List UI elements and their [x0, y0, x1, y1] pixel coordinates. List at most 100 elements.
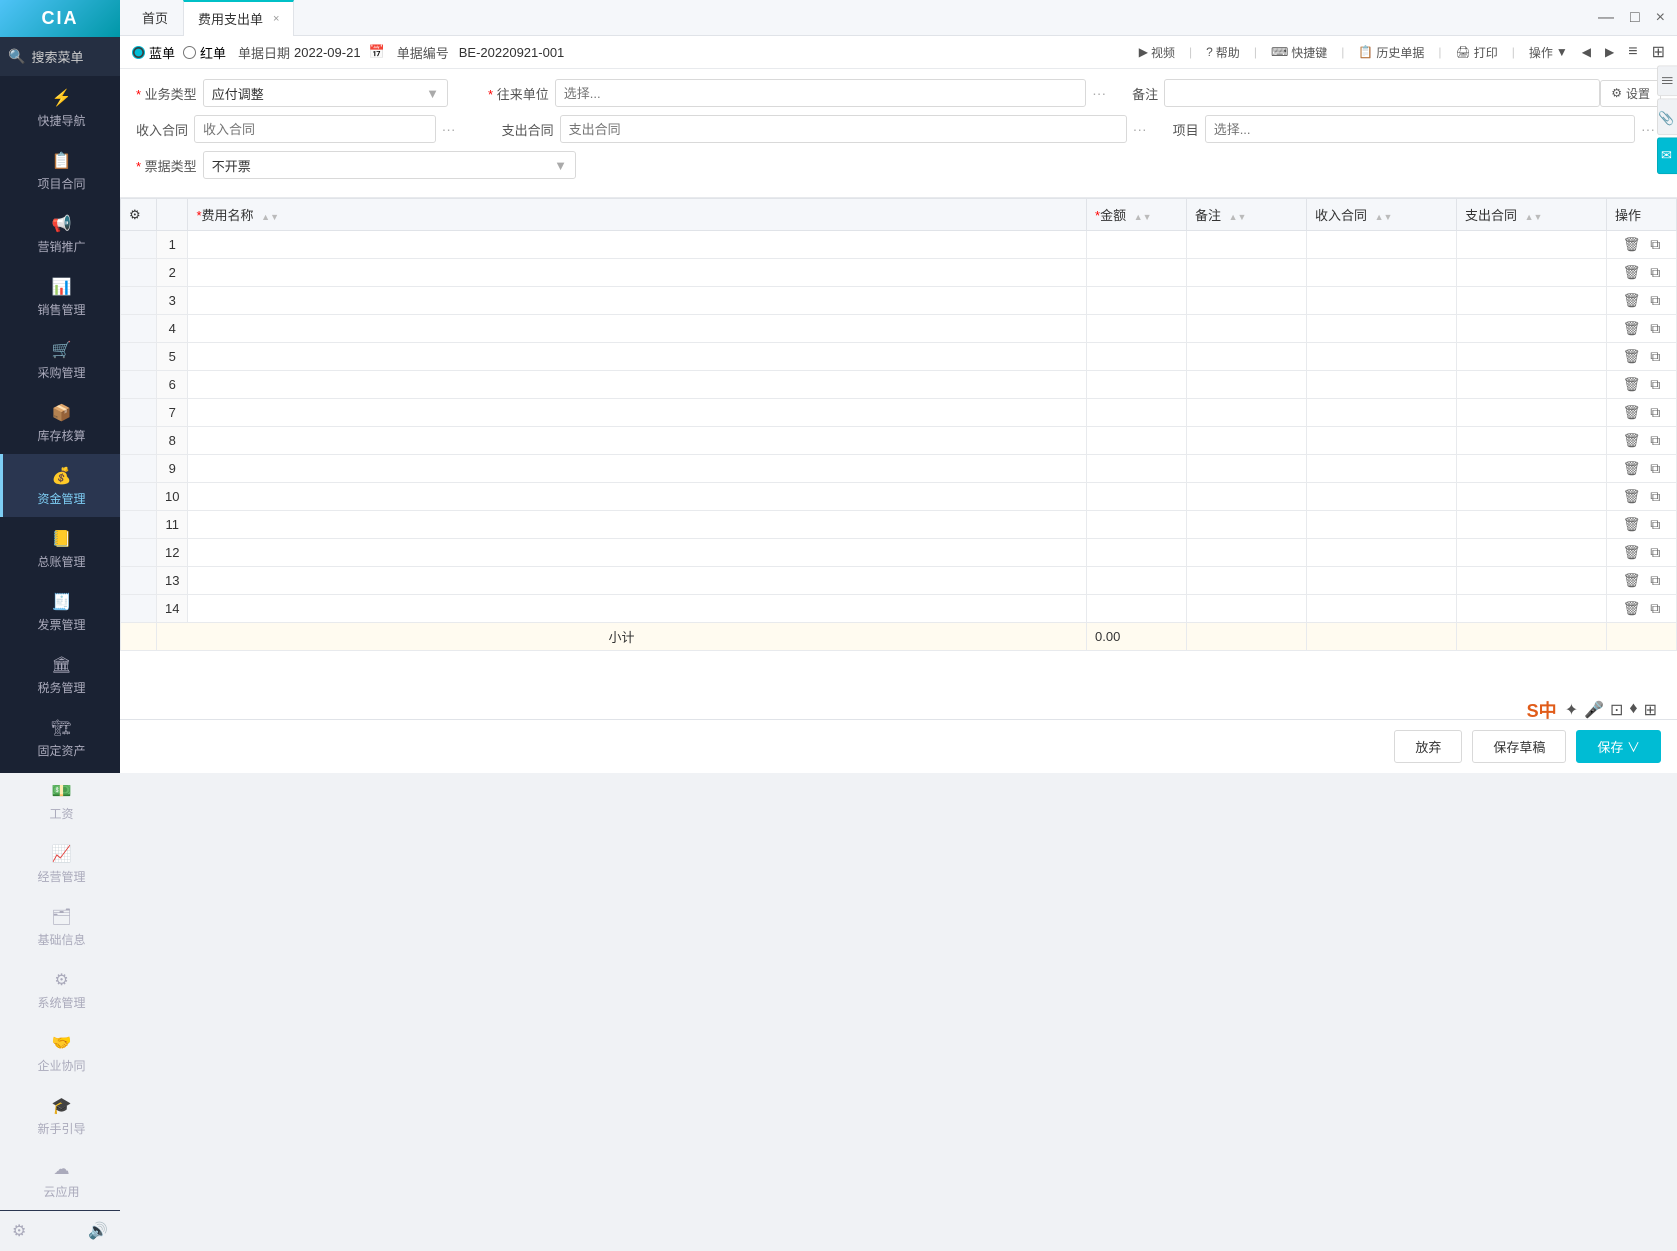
sidebar-item-basic[interactable]: 🗂基础信息 [0, 895, 120, 958]
sidebar-item-sales[interactable]: 📊销售管理 [0, 265, 120, 328]
row-amount[interactable] [1087, 287, 1187, 315]
row-revenue-contract[interactable] [1307, 343, 1457, 371]
row-delete-btn[interactable]: 🗑 [1620, 432, 1644, 449]
edge-btn-message[interactable]: ✉ [1657, 138, 1677, 175]
sort-icon-expense-contract[interactable]: ▲▼ [1525, 213, 1543, 222]
row-amount[interactable] [1087, 343, 1187, 371]
row-expense-contract[interactable] [1457, 427, 1607, 455]
project-input[interactable] [1205, 115, 1635, 143]
sidebar-item-quick-nav[interactable]: ⚡快捷导航 [0, 76, 120, 139]
row-delete-btn[interactable]: 🗑 [1620, 404, 1644, 421]
invoice-type-select[interactable]: 不开票 ▼ [203, 151, 576, 179]
row-expense-name[interactable] [188, 539, 1087, 567]
row-expense-name[interactable] [188, 343, 1087, 371]
row-expense-name[interactable] [188, 427, 1087, 455]
row-amount[interactable] [1087, 259, 1187, 287]
revenue-contract-input[interactable] [194, 115, 436, 143]
row-expense-name[interactable] [188, 455, 1087, 483]
row-revenue-contract[interactable] [1307, 539, 1457, 567]
row-notes[interactable] [1187, 287, 1307, 315]
row-notes[interactable] [1187, 567, 1307, 595]
row-revenue-contract[interactable] [1307, 371, 1457, 399]
revenue-contract-ellipsis[interactable]: ··· [436, 121, 462, 137]
row-copy-btn[interactable]: ⧉ [1647, 348, 1663, 365]
business-type-select[interactable]: 应付调整 ▼ [203, 79, 448, 107]
row-delete-btn[interactable]: 🗑 [1620, 488, 1644, 505]
edge-btn-attachment[interactable]: 📎 [1657, 98, 1677, 136]
row-notes[interactable] [1187, 483, 1307, 511]
row-amount[interactable] [1087, 315, 1187, 343]
row-expense-contract[interactable] [1457, 371, 1607, 399]
print-btn[interactable]: 🖨 打印 [1456, 44, 1498, 61]
row-expense-name[interactable] [188, 287, 1087, 315]
window-minimize-icon[interactable]: — [1594, 9, 1618, 27]
sidebar-item-newuser[interactable]: 🎓新手引导 [0, 1084, 120, 1147]
row-copy-btn[interactable]: ⧉ [1647, 544, 1663, 561]
window-maximize-icon[interactable]: □ [1626, 9, 1644, 27]
row-delete-btn[interactable]: 🗑 [1620, 460, 1644, 477]
row-notes[interactable] [1187, 595, 1307, 623]
save-button[interactable]: 保存 ∨ [1576, 730, 1661, 763]
row-expense-contract[interactable] [1457, 343, 1607, 371]
row-expense-name[interactable] [188, 483, 1087, 511]
row-amount[interactable] [1087, 595, 1187, 623]
settings-button[interactable]: ⚙ 设置 [1600, 80, 1661, 107]
counterparty-input[interactable] [555, 79, 1086, 107]
row-copy-btn[interactable]: ⧉ [1647, 432, 1663, 449]
tab-expense[interactable]: 费用支出单 × [183, 0, 294, 36]
row-expense-name[interactable] [188, 595, 1087, 623]
sort-icon-expense[interactable]: ▲▼ [261, 213, 279, 222]
settings-icon[interactable]: ⚙ [12, 1221, 26, 1241]
sidebar-item-inventory[interactable]: 📦库存核算 [0, 391, 120, 454]
help-btn[interactable]: ? 帮助 [1206, 44, 1240, 61]
row-notes[interactable] [1187, 427, 1307, 455]
row-amount[interactable] [1087, 511, 1187, 539]
row-revenue-contract[interactable] [1307, 595, 1457, 623]
sidebar-item-operation[interactable]: 📈经营管理 [0, 832, 120, 895]
row-delete-btn[interactable]: 🗑 [1620, 600, 1644, 617]
row-delete-btn[interactable]: 🗑 [1620, 348, 1644, 365]
row-expense-contract[interactable] [1457, 567, 1607, 595]
discard-button[interactable]: 放弃 [1394, 730, 1462, 763]
counterparty-ellipsis[interactable]: ··· [1086, 85, 1112, 101]
row-copy-btn[interactable]: ⧉ [1647, 600, 1663, 617]
sort-icon-amount[interactable]: ▲▼ [1134, 213, 1152, 222]
row-expense-contract[interactable] [1457, 539, 1607, 567]
edge-btn-1[interactable]: ||| [1657, 65, 1677, 96]
row-revenue-contract[interactable] [1307, 399, 1457, 427]
row-amount[interactable] [1087, 567, 1187, 595]
sidebar-item-finance[interactable]: 💰资金管理 [0, 454, 120, 517]
row-revenue-contract[interactable] [1307, 455, 1457, 483]
row-amount[interactable] [1087, 455, 1187, 483]
row-amount[interactable] [1087, 483, 1187, 511]
red-bill-input[interactable] [183, 46, 196, 59]
row-delete-btn[interactable]: 🗑 [1620, 572, 1644, 589]
row-expense-contract[interactable] [1457, 399, 1607, 427]
operations-btn[interactable]: 操作 ▼ [1529, 44, 1568, 61]
sidebar-item-enterprise[interactable]: 🤝企业协同 [0, 1021, 120, 1084]
sidebar-item-assets[interactable]: 🏗固定资产 [0, 706, 120, 769]
expense-contract-ellipsis[interactable]: ··· [1127, 121, 1153, 137]
row-revenue-contract[interactable] [1307, 567, 1457, 595]
expense-contract-input[interactable] [560, 115, 1127, 143]
video-btn[interactable]: ▶ 视频 [1139, 44, 1175, 61]
row-notes[interactable] [1187, 399, 1307, 427]
row-amount[interactable] [1087, 231, 1187, 259]
row-expense-name[interactable] [188, 371, 1087, 399]
row-copy-btn[interactable]: ⧉ [1647, 404, 1663, 421]
row-notes[interactable] [1187, 343, 1307, 371]
sidebar-item-salary[interactable]: 💵工资 [0, 769, 120, 832]
row-delete-btn[interactable]: 🗑 [1620, 376, 1644, 393]
col-gear[interactable]: ⚙ [121, 199, 157, 231]
volume-icon[interactable]: 🔊 [88, 1221, 108, 1241]
row-copy-btn[interactable]: ⧉ [1647, 488, 1663, 505]
row-copy-btn[interactable]: ⧉ [1647, 292, 1663, 309]
row-delete-btn[interactable]: 🗑 [1620, 544, 1644, 561]
row-notes[interactable] [1187, 371, 1307, 399]
row-notes[interactable] [1187, 259, 1307, 287]
row-copy-btn[interactable]: ⧉ [1647, 264, 1663, 281]
window-close-icon[interactable]: × [1652, 9, 1669, 27]
row-revenue-contract[interactable] [1307, 259, 1457, 287]
tab-close-icon[interactable]: × [273, 13, 279, 25]
row-delete-btn[interactable]: 🗑 [1620, 292, 1644, 309]
